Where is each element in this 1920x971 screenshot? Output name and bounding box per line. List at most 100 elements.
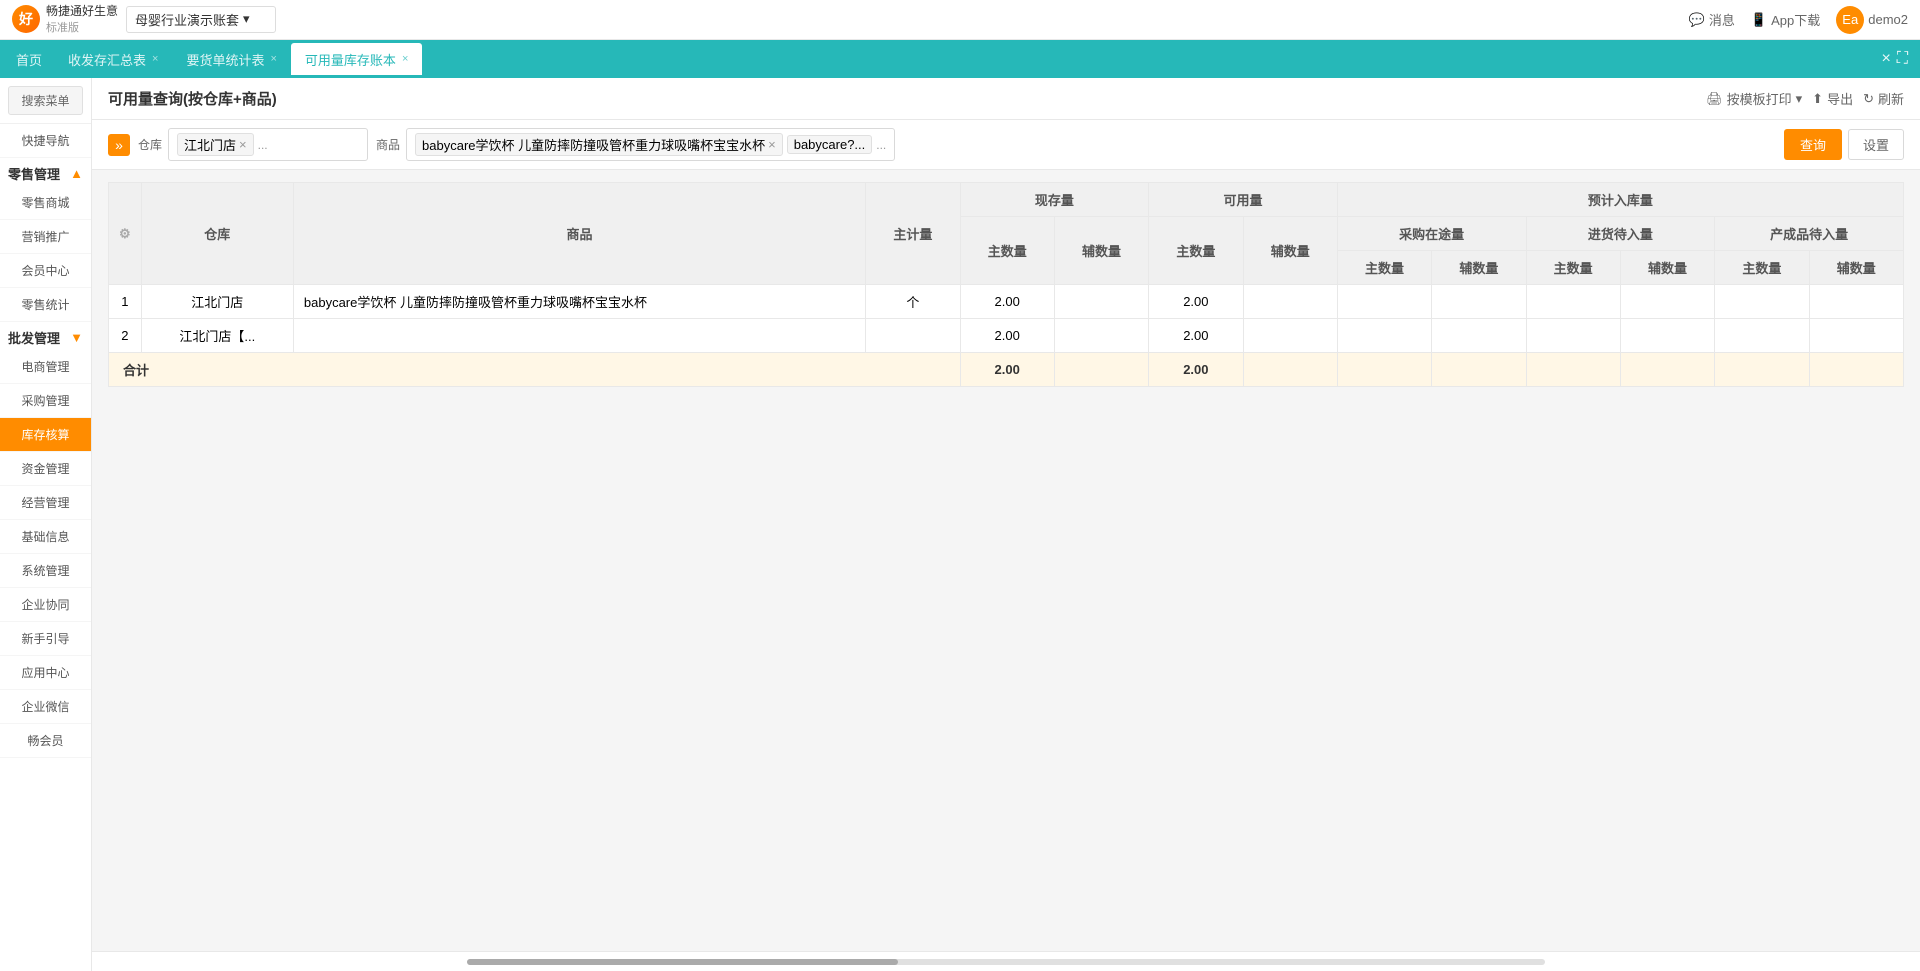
incoming-group-header: 预计入库量 [1337, 183, 1903, 217]
summary-stock-sub [1054, 353, 1148, 387]
summary-product-sub [1809, 353, 1904, 387]
sidebar-item-wechat[interactable]: 企业微信 [0, 690, 91, 724]
sidebar-item-purchase[interactable]: 采购管理 [0, 384, 91, 418]
tab-order[interactable]: 要货单统计表 × [172, 43, 290, 75]
tab-home-label: 首页 [16, 50, 42, 69]
summary-incoming-sub [1620, 353, 1714, 387]
row-purchase-sub [1432, 319, 1526, 353]
sidebar-item-system[interactable]: 系统管理 [0, 554, 91, 588]
warehouse-tag-remove[interactable]: × [239, 137, 247, 152]
tab-available-close[interactable]: × [402, 53, 408, 65]
user-profile[interactable]: Ea demo2 [1836, 6, 1908, 34]
app-logo: 好 [12, 5, 40, 33]
tab-receipt[interactable]: 收发存汇总表 × [54, 43, 172, 75]
sidebar-item-member[interactable]: 会员中心 [0, 254, 91, 288]
row-purchase-main [1337, 285, 1431, 319]
account-label: 母婴行业演示账套 [135, 10, 239, 29]
product-tag-1-remove[interactable]: × [768, 137, 776, 152]
top-bar: 好 畅捷通好生意 标准版 母婴行业演示账套 ▾ 💬 消息 📱 App下载 Ea … [0, 0, 1920, 40]
top-bar-right: 💬 消息 📱 App下载 Ea demo2 [1689, 6, 1908, 34]
scroll-area [92, 951, 1920, 971]
username-label: demo2 [1868, 12, 1908, 27]
product-wait-header: 产成品待入量 [1715, 217, 1904, 251]
row-unit [866, 319, 960, 353]
incoming-main-header: 主数量 [1526, 251, 1620, 285]
row-purchase-sub [1432, 285, 1526, 319]
close-tab-btn[interactable]: × [1881, 50, 1890, 68]
sidebar: 搜索菜单 快捷导航 零售管理 ▲ 零售商城 营销推广 会员中心 零售统计 批发管… [0, 78, 92, 971]
row-product-main [1715, 285, 1809, 319]
page-actions: 🖨 按模板打印 ▾ ⬆ 导出 ↻ 刷新 [1706, 89, 1904, 108]
page-header: 可用量查询(按仓库+商品) 🖨 按模板打印 ▾ ⬆ 导出 ↻ 刷新 [92, 78, 1920, 120]
row-avail-sub [1243, 285, 1337, 319]
product-tag-2-value: babycare?... [794, 137, 866, 152]
row-index: 1 [109, 285, 142, 319]
message-button[interactable]: 💬 消息 [1689, 10, 1735, 29]
message-label: 消息 [1709, 10, 1735, 29]
tab-available[interactable]: 可用量库存账本 × [291, 43, 422, 75]
summary-incoming-main [1526, 353, 1620, 387]
logo-text-area: 畅捷通好生意 标准版 [46, 4, 118, 34]
filter-toggle-button[interactable]: » [108, 134, 130, 156]
horizontal-scrollbar[interactable] [467, 959, 1545, 965]
query-button[interactable]: 查询 [1784, 129, 1842, 160]
export-button[interactable]: ⬆ 导出 [1812, 89, 1853, 108]
sidebar-item-shortcut[interactable]: 快捷导航 [0, 124, 91, 158]
summary-label: 合计 [109, 353, 961, 387]
nav-tabs: 首页 收发存汇总表 × 要货单统计表 × 可用量库存账本 × × ⛶ [0, 40, 1920, 78]
tab-receipt-close[interactable]: × [152, 53, 158, 65]
sidebar-item-appstore[interactable]: 应用中心 [0, 656, 91, 690]
stock-sub-header: 辅数量 [1054, 217, 1148, 285]
summary-row: 合计 2.00 2.00 [109, 353, 1904, 387]
warehouse-input[interactable]: 江北门店 × ... [168, 128, 368, 161]
table-row: 1 江北门店 babycare学饮杯 儿童防摔防撞吸管杯重力球吸嘴杯宝宝水杯 个… [109, 285, 1904, 319]
sidebar-item-marketing[interactable]: 营销推广 [0, 220, 91, 254]
sidebar-item-ecommerce[interactable]: 电商管理 [0, 350, 91, 384]
product-tag-2: babycare?... [787, 135, 873, 154]
sidebar-item-operation[interactable]: 经营管理 [0, 486, 91, 520]
tab-available-label: 可用量库存账本 [305, 50, 396, 69]
product-main-header: 主数量 [1715, 251, 1809, 285]
warehouse-filter-label: 仓库 [138, 136, 162, 153]
sidebar-item-member2[interactable]: 畅会员 [0, 724, 91, 758]
settings-col-header: ⚙ [109, 183, 142, 285]
print-button[interactable]: 🖨 按模板打印 ▾ [1706, 89, 1802, 108]
row-incoming-main [1526, 285, 1620, 319]
product-input[interactable]: babycare学饮杯 儿童防摔防撞吸管杯重力球吸嘴杯宝宝水杯 × babyca… [406, 128, 895, 161]
settings-button[interactable]: 设置 [1848, 129, 1904, 160]
warehouse-more[interactable]: ... [258, 138, 268, 152]
row-avail-main: 2.00 [1149, 319, 1243, 353]
row-incoming-main [1526, 319, 1620, 353]
sidebar-item-guide[interactable]: 新手引导 [0, 622, 91, 656]
export-label: 导出 [1827, 89, 1853, 108]
sidebar-item-basic[interactable]: 基础信息 [0, 520, 91, 554]
app-download-button[interactable]: 📱 App下载 [1751, 10, 1820, 29]
maximize-btn[interactable]: ⛶ [1897, 50, 1908, 68]
sidebar-item-retail-stats[interactable]: 零售统计 [0, 288, 91, 322]
table-settings-icon[interactable]: ⚙ [119, 226, 131, 241]
nav-action-btns: × ⛶ [1881, 50, 1916, 68]
print-label: 按模板打印 [1727, 89, 1792, 108]
stock-main-header: 主数量 [960, 217, 1054, 285]
sidebar-item-inventory[interactable]: 库存核算 [0, 418, 91, 452]
account-dropdown[interactable]: 母婴行业演示账套 ▾ [126, 6, 276, 33]
chevron-down-icon: ▼ [70, 330, 83, 345]
tab-order-close[interactable]: × [270, 53, 276, 65]
row-stock-main: 2.00 [960, 285, 1054, 319]
tab-order-label: 要货单统计表 [186, 50, 264, 69]
product-filter: 商品 babycare学饮杯 儿童防摔防撞吸管杯重力球吸嘴杯宝宝水杯 × bab… [376, 128, 895, 161]
sidebar-item-retail-shop[interactable]: 零售商城 [0, 186, 91, 220]
chevron-down-icon: ▾ [1796, 91, 1803, 107]
tab-home[interactable]: 首页 [4, 43, 54, 75]
available-group-header: 可用量 [1149, 183, 1338, 217]
sidebar-item-finance[interactable]: 资金管理 [0, 452, 91, 486]
refresh-button[interactable]: ↻ 刷新 [1863, 89, 1904, 108]
summary-purchase-main [1337, 353, 1431, 387]
page-title: 可用量查询(按仓库+商品) [108, 88, 277, 109]
row-warehouse: 江北门店 [141, 285, 293, 319]
incoming-sub-header: 辅数量 [1620, 251, 1714, 285]
avail-main-header: 主数量 [1149, 217, 1243, 285]
unit-col-header: 主计量 [866, 183, 960, 285]
sidebar-item-enterprise[interactable]: 企业协同 [0, 588, 91, 622]
search-menu-button[interactable]: 搜索菜单 [8, 86, 83, 115]
